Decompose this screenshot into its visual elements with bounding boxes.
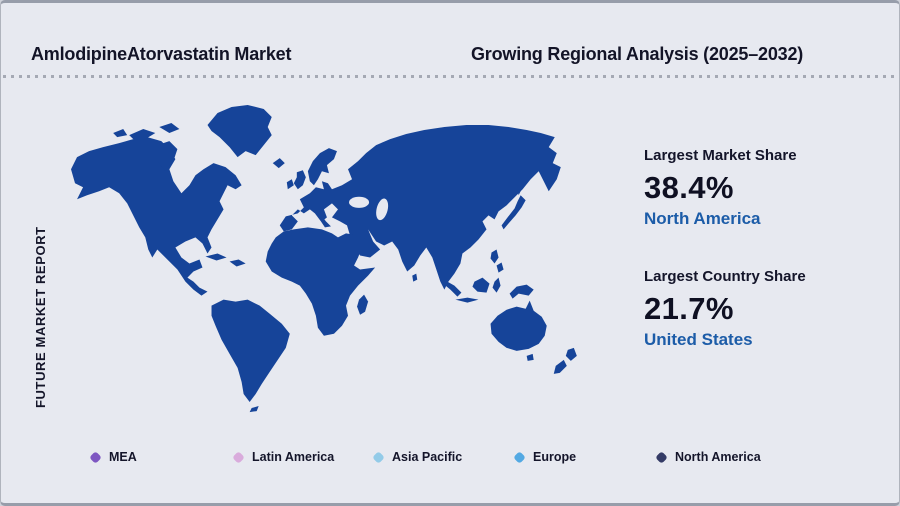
legend-item-label: Latin America bbox=[252, 450, 335, 464]
legend-item-label: North America bbox=[675, 450, 761, 464]
indonesia bbox=[444, 277, 501, 303]
legend-item-north-america: North America bbox=[655, 450, 761, 464]
market-title: AmlodipineAtorvastatin Market bbox=[31, 44, 292, 64]
dotted-divider bbox=[3, 75, 897, 78]
world-map bbox=[71, 104, 577, 413]
stat-region: United States bbox=[644, 330, 753, 349]
iceland bbox=[272, 158, 285, 169]
new-zealand bbox=[553, 347, 577, 374]
legend-dot-icon bbox=[372, 450, 385, 464]
continent-north-america bbox=[71, 137, 242, 296]
stat-region: North America bbox=[644, 209, 761, 228]
legend-item-europe: Europe bbox=[513, 450, 577, 464]
legend-dot-icon bbox=[232, 450, 245, 464]
legend-item-label: Europe bbox=[533, 450, 577, 464]
stat-label: Largest Country Share bbox=[644, 268, 806, 285]
page-title: Growing Regional Analysis (2025–2032) bbox=[471, 44, 804, 64]
legend-dot-icon bbox=[89, 450, 102, 464]
stat-value: 38.4% bbox=[644, 170, 734, 205]
new-guinea bbox=[509, 284, 534, 299]
legend-dot-icon bbox=[513, 450, 526, 464]
continent-africa bbox=[265, 227, 376, 336]
legend-item-label: MEA bbox=[109, 450, 137, 464]
greenland bbox=[207, 104, 272, 158]
scandinavia bbox=[307, 148, 337, 186]
sri-lanka bbox=[412, 273, 418, 282]
future-market-report-watermark: FUTURE MARKET REPORT bbox=[33, 226, 48, 408]
legend-dot-icon bbox=[655, 450, 668, 464]
madagascar bbox=[357, 294, 369, 315]
stat-value: 21.7% bbox=[644, 291, 734, 326]
legend-item-mea: MEA bbox=[89, 450, 137, 464]
stat-label: Largest Market Share bbox=[644, 147, 797, 164]
australia bbox=[490, 300, 547, 361]
stat-largest-market-share: Largest Market Share 38.4% North America bbox=[644, 147, 894, 229]
legend-item-latin-america: Latin America bbox=[232, 450, 335, 464]
stat-largest-country-share: Largest Country Share 21.7% United State… bbox=[644, 268, 894, 350]
caribbean-islands bbox=[205, 253, 246, 267]
region-legend: MEA Latin America Asia Pacific Europe No… bbox=[1, 450, 899, 472]
legend-item-asia-pacific: Asia Pacific bbox=[372, 450, 463, 464]
legend-item-label: Asia Pacific bbox=[392, 450, 463, 464]
black-sea bbox=[349, 196, 370, 208]
philippines bbox=[490, 249, 504, 273]
british-isles bbox=[286, 170, 306, 190]
market-infographic: AmlodipineAtorvastatin Market Growing Re… bbox=[0, 0, 900, 506]
continent-south-america bbox=[211, 299, 290, 413]
